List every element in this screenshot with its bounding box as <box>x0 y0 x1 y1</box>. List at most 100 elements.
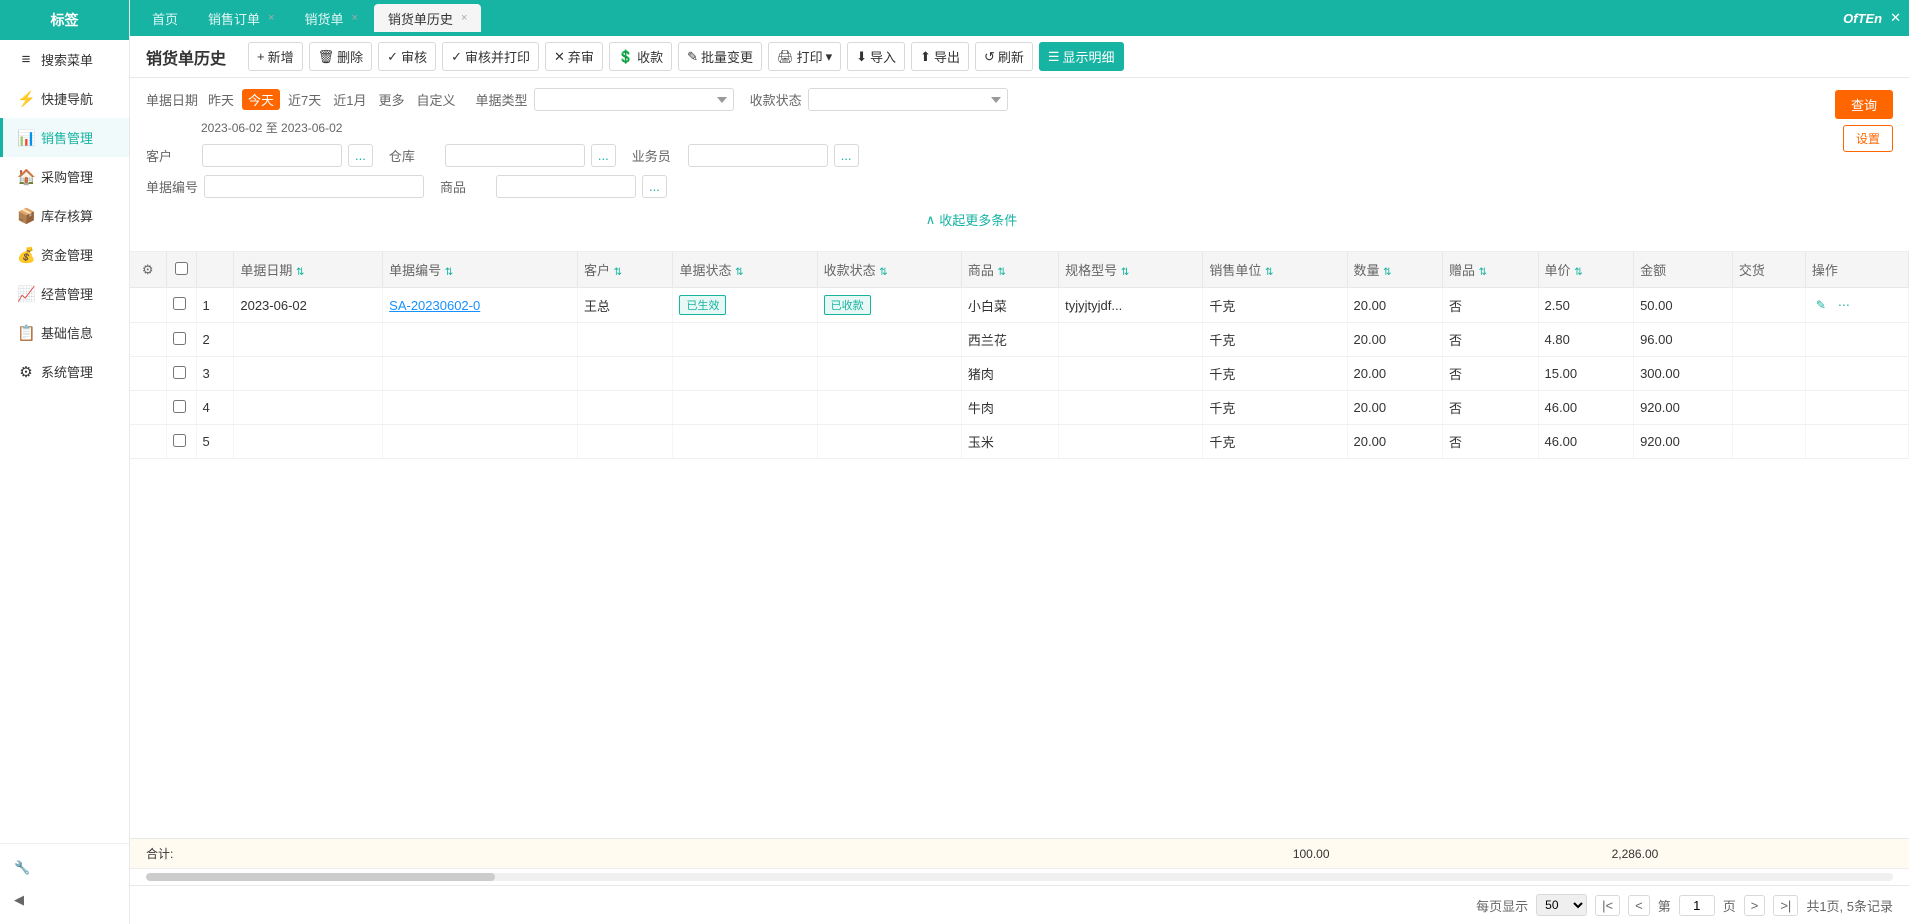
sidebar-settings-button[interactable]: 🔧 <box>0 852 129 884</box>
cell-unit-price: 46.00 <box>1538 425 1634 459</box>
import-button[interactable]: ⬇ 导入 <box>847 42 905 71</box>
th-unit[interactable]: 销售单位 ⇅ <box>1203 252 1347 288</box>
th-actions-label: 操作 <box>1812 263 1838 278</box>
th-settings[interactable]: ⚙ <box>130 252 166 288</box>
filter-doctype-item: 单据类型 <box>476 88 734 111</box>
th-doc-date[interactable]: 单据日期 ⇅ <box>234 252 383 288</box>
cell-doc-date <box>234 323 383 357</box>
gear-icon: ⚙ <box>17 363 35 381</box>
cell-checkbox[interactable] <box>166 323 196 357</box>
docno-input[interactable] <box>204 175 424 198</box>
warehouse-input[interactable] <box>445 144 585 167</box>
salesperson-ellipsis[interactable]: ... <box>834 144 859 167</box>
collapse-button[interactable]: ∧ 收起更多条件 <box>146 206 1797 233</box>
print-dropdown-icon: ▾ <box>826 49 833 65</box>
setting-button[interactable]: 设置 <box>1843 125 1893 152</box>
select-all-checkbox[interactable] <box>175 262 188 275</box>
show-detail-button[interactable]: ☰ 显示明细 <box>1039 42 1124 71</box>
window-close-button[interactable]: ✕ <box>1890 10 1901 26</box>
th-product[interactable]: 商品 ⇅ <box>961 252 1058 288</box>
th-unit-price[interactable]: 单价 ⇅ <box>1538 252 1634 288</box>
payment-status-badge: 已收款 <box>824 295 871 315</box>
sidebar-item-purchase[interactable]: 🏠 采购管理 <box>0 157 129 196</box>
cell-spec <box>1059 425 1203 459</box>
batch-change-button[interactable]: ✎ 批量变更 <box>678 42 762 71</box>
print-button[interactable]: 🖨 打印 ▾ <box>768 42 841 71</box>
row-checkbox[interactable] <box>173 332 186 345</box>
th-doc-status[interactable]: 单据状态 ⇅ <box>673 252 817 288</box>
cell-product: 牛肉 <box>961 391 1058 425</box>
sidebar-item-finance[interactable]: 💰 资金管理 <box>0 235 129 274</box>
sidebar-item-basic[interactable]: 📋 基础信息 <box>0 313 129 352</box>
tab-sales-history[interactable]: 销货单历史 × <box>374 4 481 32</box>
customer-input[interactable] <box>202 144 342 167</box>
custom-shortcut[interactable]: 自定义 <box>413 89 460 110</box>
cell-unit: 千克 <box>1203 425 1347 459</box>
prev-page-button[interactable]: < <box>1628 895 1650 916</box>
cell-settings <box>130 425 166 459</box>
yesterday-shortcut[interactable]: 昨天 <box>204 89 238 110</box>
row-checkbox[interactable] <box>173 400 186 413</box>
sidebar-item-shortcuts[interactable]: ⚡ 快捷导航 <box>0 79 129 118</box>
sidebar-item-inventory[interactable]: 📦 库存核算 <box>0 196 129 235</box>
th-spec[interactable]: 规格型号 ⇅ <box>1059 252 1203 288</box>
doctype-select[interactable] <box>534 88 734 111</box>
query-button[interactable]: 查询 <box>1835 90 1893 119</box>
sidebar-item-sales[interactable]: 📊 销售管理 <box>0 118 129 157</box>
th-checkbox[interactable] <box>166 252 196 288</box>
customer-ellipsis[interactable]: ... <box>348 144 373 167</box>
horizontal-scrollbar[interactable] <box>130 868 1909 885</box>
export-button[interactable]: ⬆ 导出 <box>911 42 969 71</box>
th-quantity[interactable]: 数量 ⇅ <box>1347 252 1443 288</box>
tab-sales-delivery-close[interactable]: × <box>351 12 357 24</box>
new-button[interactable]: + 新增 <box>248 42 303 71</box>
per-page-select[interactable]: 50 100 <box>1536 894 1587 916</box>
receive-button[interactable]: 💲 收款 <box>609 42 672 71</box>
last7-shortcut[interactable]: 近7天 <box>284 89 325 110</box>
product-filter-input[interactable] <box>496 175 636 198</box>
audit-button[interactable]: ✓ 审核 <box>378 42 436 71</box>
page-number-input[interactable]: 1 <box>1679 895 1715 916</box>
cell-checkbox[interactable] <box>166 288 196 323</box>
more-shortcut[interactable]: 更多 <box>375 89 409 110</box>
tab-sales-delivery[interactable]: 销货单 × <box>290 4 371 32</box>
warehouse-ellipsis[interactable]: ... <box>591 144 616 167</box>
cell-doc-no[interactable]: SA-20230602-0 <box>383 288 578 323</box>
next-page-button[interactable]: > <box>1744 895 1766 916</box>
tab-home[interactable]: 首页 <box>138 4 192 32</box>
sidebar-item-system[interactable]: ⚙ 系统管理 <box>0 352 129 391</box>
last1month-shortcut[interactable]: 近1月 <box>329 89 370 110</box>
first-page-button[interactable]: |< <box>1595 895 1620 916</box>
doc-no-link[interactable]: SA-20230602-0 <box>389 298 480 313</box>
row-checkbox[interactable] <box>173 366 186 379</box>
sidebar-collapse-button[interactable]: ◀ <box>0 884 129 916</box>
th-customer[interactable]: 客户 ⇅ <box>577 252 673 288</box>
sidebar-item-operations[interactable]: 📈 经营管理 <box>0 274 129 313</box>
cell-checkbox[interactable] <box>166 425 196 459</box>
refresh-button[interactable]: ↺ 刷新 <box>975 42 1033 71</box>
row-checkbox[interactable] <box>173 434 186 447</box>
table-header-row: ⚙ 单据日期 ⇅ 单据编号 ⇅ 客户 ⇅ <box>130 252 1909 288</box>
th-doc-no[interactable]: 单据编号 ⇅ <box>383 252 578 288</box>
more-action[interactable]: ⋯ <box>1834 297 1854 313</box>
abandon-button[interactable]: ✕ 弃审 <box>545 42 603 71</box>
edit-action[interactable]: ✎ <box>1812 297 1830 313</box>
delete-button[interactable]: 🗑 删除 <box>309 42 373 71</box>
tab-sales-history-close[interactable]: × <box>461 12 467 24</box>
salesperson-input[interactable] <box>688 144 828 167</box>
product-ellipsis[interactable]: ... <box>642 175 667 198</box>
payment-status-select[interactable] <box>808 88 1008 111</box>
th-payment-status-label: 收款状态 <box>824 263 876 278</box>
audit-print-icon: ✓ <box>451 49 462 65</box>
th-gift[interactable]: 赠品 ⇅ <box>1443 252 1539 288</box>
today-shortcut[interactable]: 今天 <box>242 89 280 110</box>
last-page-button[interactable]: >| <box>1773 895 1798 916</box>
th-payment-status[interactable]: 收款状态 ⇅ <box>817 252 961 288</box>
audit-print-button[interactable]: ✓ 审核并打印 <box>442 42 539 71</box>
row-checkbox[interactable] <box>173 297 186 310</box>
cell-checkbox[interactable] <box>166 391 196 425</box>
sidebar-item-search[interactable]: ≡ 搜索菜单 <box>0 40 129 79</box>
tab-sales-order-close[interactable]: × <box>268 12 274 24</box>
tab-sales-order[interactable]: 销售订单 × <box>194 4 288 32</box>
cell-checkbox[interactable] <box>166 357 196 391</box>
